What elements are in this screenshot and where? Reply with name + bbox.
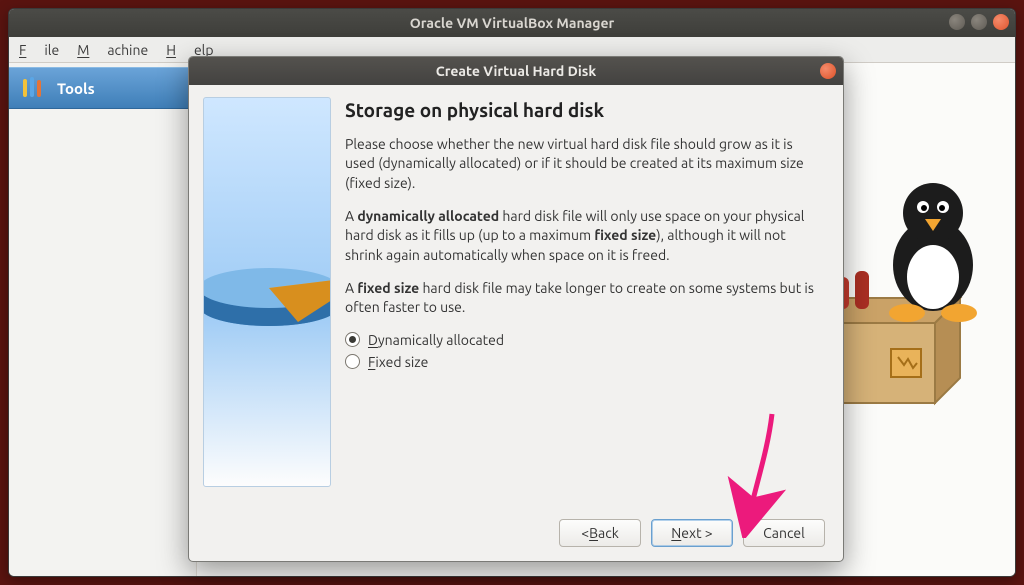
menu-machine[interactable]: Machine bbox=[77, 42, 148, 58]
cancel-button[interactable]: Cancel bbox=[743, 519, 825, 547]
radio-dynamic-label: Dynamically allocated bbox=[368, 332, 504, 348]
dialog-heading: Storage on physical hard disk bbox=[345, 99, 823, 121]
dialog-content: Storage on physical hard disk Please cho… bbox=[345, 97, 823, 509]
sidebar: Tools bbox=[9, 63, 197, 576]
main-window-title: Oracle VM VirtualBox Manager bbox=[410, 15, 615, 31]
dialog-para1: Please choose whether the new virtual ha… bbox=[345, 135, 823, 193]
dialog-title: Create Virtual Hard Disk bbox=[436, 63, 596, 79]
maximize-button[interactable] bbox=[971, 14, 987, 30]
radio-fixed-label: Fixed size bbox=[368, 354, 428, 370]
sidebar-item-tools[interactable]: Tools bbox=[9, 67, 196, 109]
radio-fixed-row[interactable]: Fixed size bbox=[345, 354, 823, 370]
radio-dynamic[interactable] bbox=[345, 332, 360, 347]
dialog-close-button[interactable] bbox=[820, 63, 836, 79]
radio-dynamic-row[interactable]: Dynamically allocated bbox=[345, 332, 823, 348]
back-button[interactable]: < Back bbox=[559, 519, 641, 547]
sidebar-tools-label: Tools bbox=[57, 80, 95, 97]
close-button[interactable] bbox=[993, 14, 1009, 30]
main-titlebar[interactable]: Oracle VM VirtualBox Manager bbox=[9, 9, 1015, 37]
radio-fixed[interactable] bbox=[345, 354, 360, 369]
minimize-button[interactable] bbox=[949, 14, 965, 30]
dialog-para3: A fixed size hard disk file may take lon… bbox=[345, 279, 823, 318]
dialog-titlebar[interactable]: Create Virtual Hard Disk bbox=[189, 57, 843, 85]
dialog-illustration bbox=[203, 97, 331, 487]
next-button[interactable]: Next > bbox=[651, 519, 733, 547]
create-disk-dialog: Create Virtual Hard Disk Storage on phys… bbox=[188, 56, 844, 562]
menu-file[interactable]: File bbox=[19, 42, 59, 58]
dialog-para2: A dynamically allocated hard disk file w… bbox=[345, 207, 823, 265]
dialog-button-row: < Back Next > Cancel bbox=[189, 509, 843, 561]
tools-icon bbox=[21, 76, 47, 100]
